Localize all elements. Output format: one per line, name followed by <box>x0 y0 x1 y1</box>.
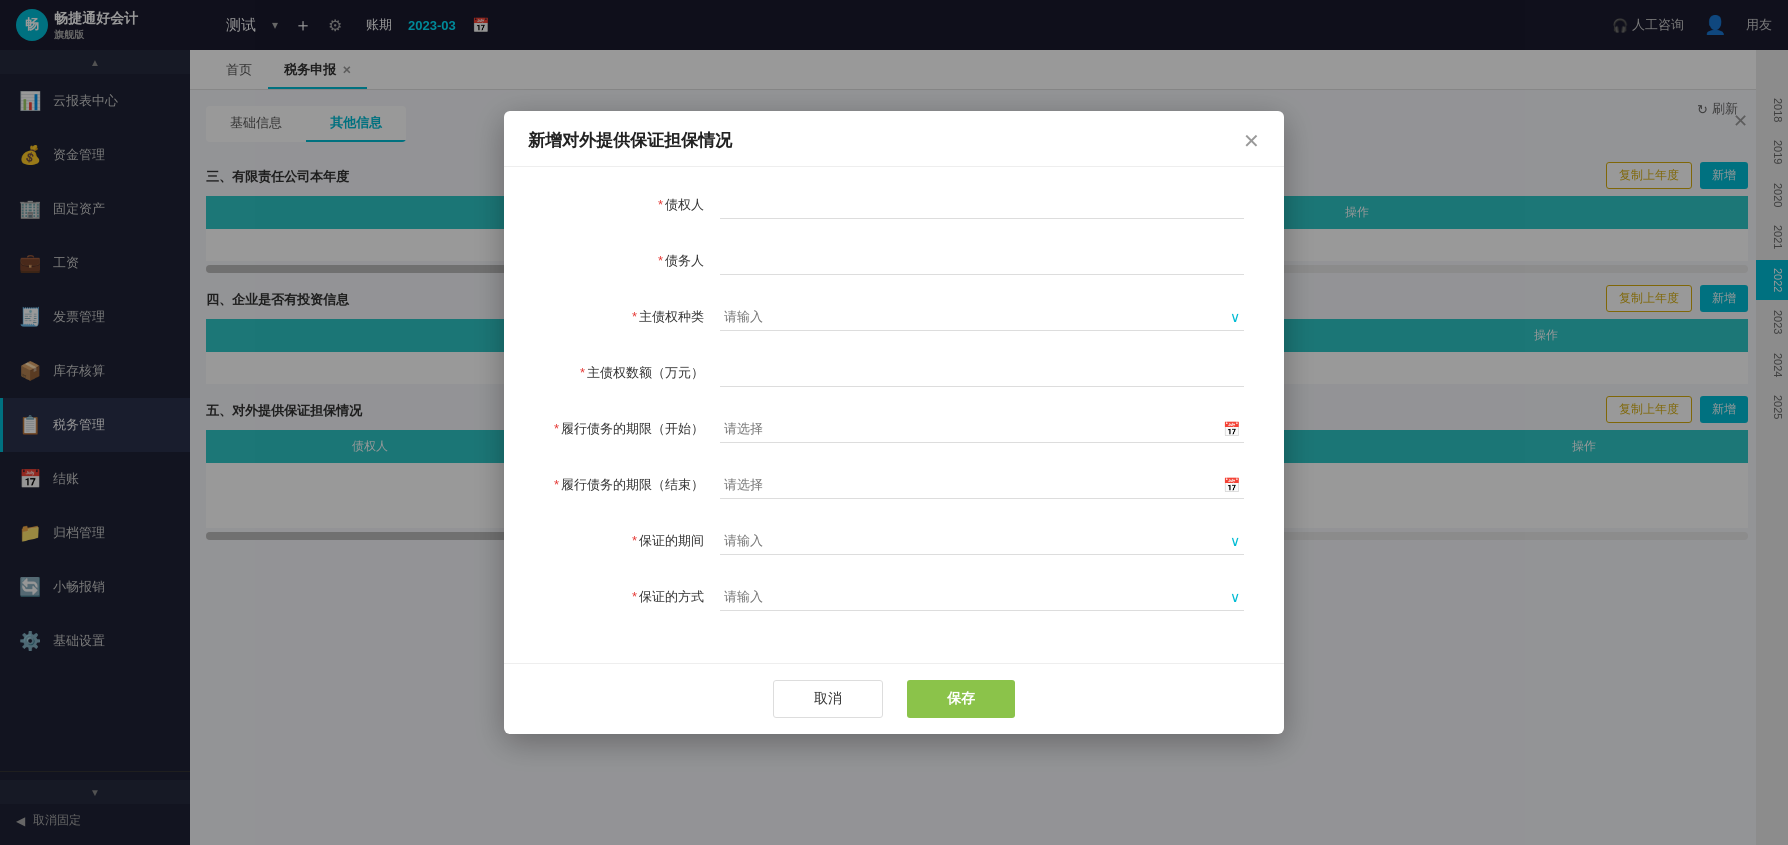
required-star: * <box>580 365 585 380</box>
required-star: * <box>632 309 637 324</box>
dialog-body: *债权人 *债务人 *主债权种类 ∨ <box>504 167 1284 663</box>
dialog-footer: 取消 保存 <box>504 663 1284 734</box>
required-star: * <box>658 197 663 212</box>
period-start-input[interactable] <box>720 415 1244 443</box>
debtor-input[interactable] <box>720 247 1244 275</box>
period-start-label: *履行债务的期限（开始） <box>544 420 704 438</box>
debt-type-label: *主债权种类 <box>544 308 704 326</box>
creditor-input[interactable] <box>720 191 1244 219</box>
guarantee-period-wrap: ∨ <box>720 527 1244 555</box>
debt-amount-input[interactable] <box>720 359 1244 387</box>
form-row-period-start: *履行债务的期限（开始） 📅 <box>544 415 1244 443</box>
dialog-close-button[interactable]: ✕ <box>1243 131 1260 151</box>
required-star: * <box>632 533 637 548</box>
form-row-guarantee-period: *保证的期间 ∨ <box>544 527 1244 555</box>
required-star: * <box>632 589 637 604</box>
period-end-wrap: 📅 <box>720 471 1244 499</box>
form-row-debtor: *债务人 <box>544 247 1244 275</box>
required-star: * <box>554 477 559 492</box>
form-row-creditor: *债权人 <box>544 191 1244 219</box>
debt-type-wrap: ∨ <box>720 303 1244 331</box>
form-row-debt-type: *主债权种类 ∨ <box>544 303 1244 331</box>
cancel-button[interactable]: 取消 <box>773 680 883 718</box>
form-row-debt-amount: *主债权数额（万元） <box>544 359 1244 387</box>
guarantee-period-input[interactable] <box>720 527 1244 555</box>
guarantee-period-label: *保证的期间 <box>544 532 704 550</box>
dialog: 新增对外提供保证担保情况 ✕ *债权人 *债务人 *主债权种类 <box>504 111 1284 734</box>
guarantee-method-input[interactable] <box>720 583 1244 611</box>
required-star: * <box>658 253 663 268</box>
form-row-guarantee-method: *保证的方式 ∨ <box>544 583 1244 611</box>
period-end-calendar-icon[interactable]: 📅 <box>1223 477 1240 493</box>
debtor-label: *债务人 <box>544 252 704 270</box>
save-button[interactable]: 保存 <box>907 680 1015 718</box>
period-start-wrap: 📅 <box>720 415 1244 443</box>
dialog-header: 新增对外提供保证担保情况 ✕ <box>504 111 1284 167</box>
dialog-overlay: 新增对外提供保证担保情况 ✕ *债权人 *债务人 *主债权种类 <box>0 0 1788 845</box>
debt-amount-label: *主债权数额（万元） <box>544 364 704 382</box>
creditor-label: *债权人 <box>544 196 704 214</box>
guarantee-method-wrap: ∨ <box>720 583 1244 611</box>
period-end-label: *履行债务的期限（结束） <box>544 476 704 494</box>
dialog-title: 新增对外提供保证担保情况 <box>528 129 732 152</box>
form-row-period-end: *履行债务的期限（结束） 📅 <box>544 471 1244 499</box>
guarantee-method-label: *保证的方式 <box>544 588 704 606</box>
required-star: * <box>554 421 559 436</box>
period-end-input[interactable] <box>720 471 1244 499</box>
period-start-calendar-icon[interactable]: 📅 <box>1223 421 1240 437</box>
debt-type-input[interactable] <box>720 303 1244 331</box>
